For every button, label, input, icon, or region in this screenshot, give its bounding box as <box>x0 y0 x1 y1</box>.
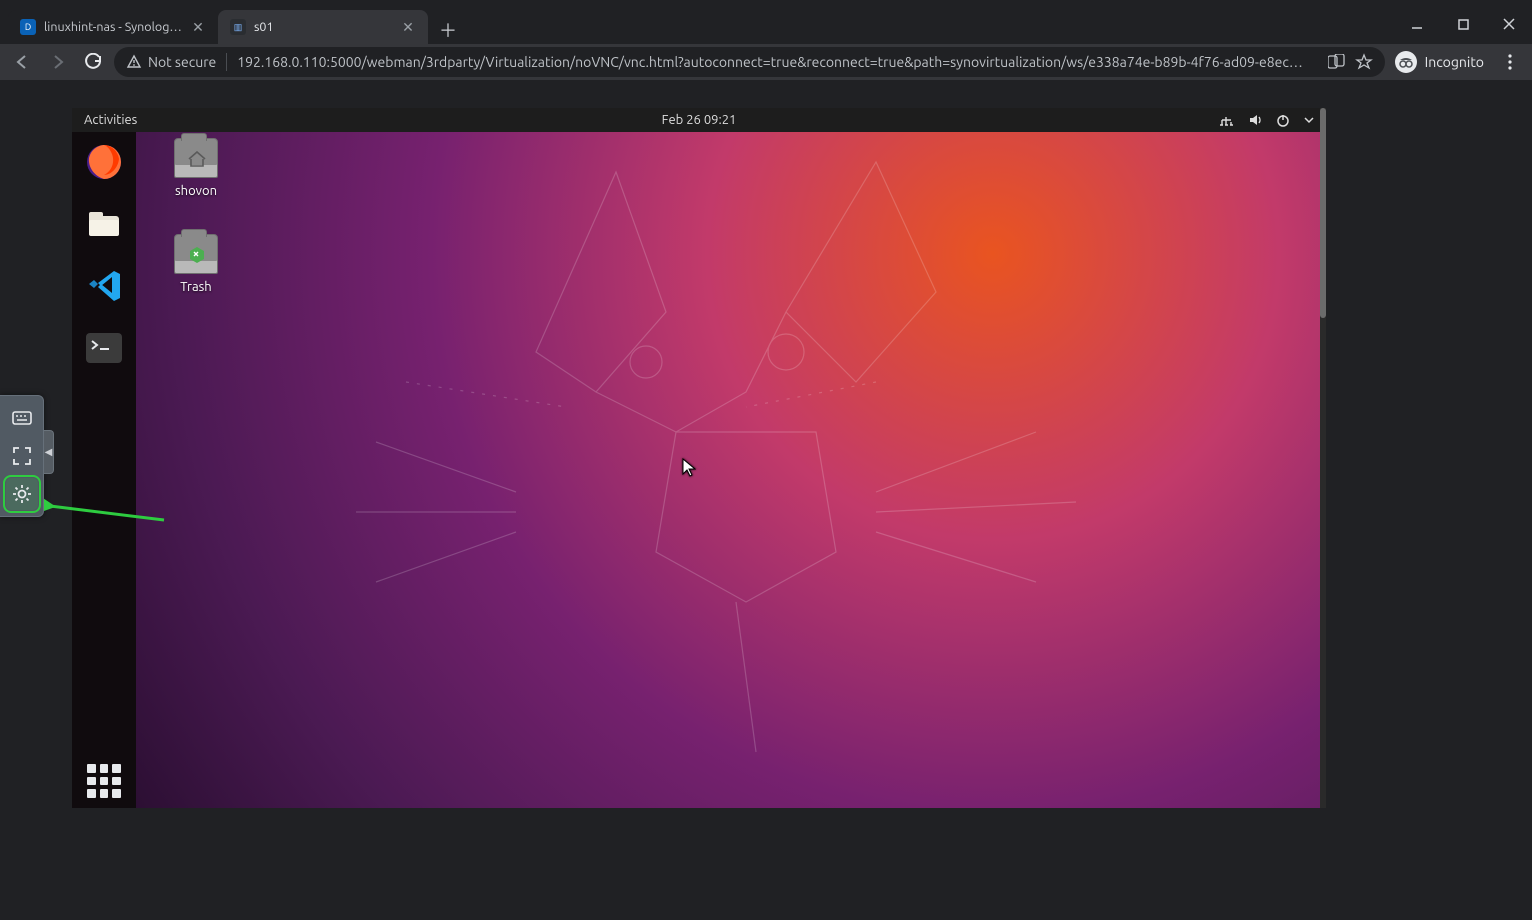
window-close-button[interactable] <box>1486 8 1532 40</box>
divider <box>226 53 227 71</box>
dock-app-vscode[interactable] <box>82 264 126 308</box>
kebab-icon <box>1508 54 1512 70</box>
new-tab-button[interactable]: ＋ <box>434 16 462 44</box>
dock-app-files[interactable] <box>82 202 126 246</box>
browser-tab[interactable]: D linuxhint-nas - Synology NAS ✕ <box>8 10 218 44</box>
system-status-area[interactable] <box>1218 113 1314 127</box>
activities-button[interactable]: Activities <box>84 113 137 127</box>
chevron-down-icon <box>1304 115 1314 125</box>
warning-icon <box>126 54 142 70</box>
arrow-right-icon <box>49 53 67 71</box>
mouse-cursor-icon <box>682 458 696 482</box>
window-titlebar <box>0 0 1532 8</box>
gnome-dock <box>72 132 136 808</box>
window-maximize-button[interactable] <box>1440 8 1486 40</box>
star-icon[interactable] <box>1355 53 1372 71</box>
folder-icon <box>84 204 124 244</box>
desktop-icon-label: Trash <box>156 280 236 294</box>
tab-title: s01 <box>254 20 392 34</box>
novnc-fullscreen-button[interactable] <box>6 440 38 472</box>
window-controls <box>1394 8 1532 40</box>
vnc-scrollbar[interactable] <box>1320 108 1326 808</box>
nav-reload-button[interactable] <box>78 46 110 78</box>
reload-icon <box>85 53 103 71</box>
not-secure-label: Not secure <box>148 54 216 70</box>
volume-icon <box>1248 113 1262 127</box>
translate-icon[interactable] <box>1328 54 1345 70</box>
clock-label[interactable]: Feb 26 09:21 <box>662 113 737 127</box>
vnc-viewport[interactable]: Activities Feb 26 09:21 <box>72 108 1326 808</box>
close-icon[interactable]: ✕ <box>190 19 206 35</box>
dock-app-firefox[interactable] <box>82 140 126 184</box>
keyboard-icon <box>11 407 33 429</box>
novnc-control-panel <box>0 395 44 517</box>
desktop-icon-label: shovon <box>156 184 236 198</box>
chrome-menu-button[interactable] <box>1494 46 1526 78</box>
security-indicator[interactable]: Not secure <box>126 54 216 70</box>
gnome-top-bar: Activities Feb 26 09:21 <box>72 108 1326 132</box>
dock-app-terminal[interactable] <box>82 326 126 370</box>
incognito-indicator[interactable]: Incognito <box>1389 51 1490 73</box>
browser-tabstrip: D linuxhint-nas - Synology NAS ✕ ▥ s01 ✕… <box>0 8 1532 44</box>
favicon-vm-icon: ▥ <box>230 19 246 35</box>
desktop-icon-trash[interactable]: Trash <box>156 234 236 294</box>
browser-toolbar: Not secure 192.168.0.110:5000/webman/3rd… <box>0 44 1532 80</box>
window-minimize-button[interactable] <box>1394 8 1440 40</box>
terminal-icon <box>84 331 124 365</box>
browser-tab-active[interactable]: ▥ s01 ✕ <box>218 10 428 44</box>
novnc-drag-handle[interactable]: ◀ <box>44 430 54 474</box>
wallpaper-focal-fossa <box>316 132 1136 772</box>
close-icon <box>1503 18 1515 30</box>
show-applications-button[interactable] <box>72 764 136 798</box>
tab-title: linuxhint-nas - Synology NAS <box>44 20 182 34</box>
url-text: 192.168.0.110:5000/webman/3rdparty/Virtu… <box>237 54 1308 70</box>
favicon-synology-icon: D <box>20 19 36 35</box>
novnc-settings-button[interactable] <box>6 478 38 510</box>
incognito-icon <box>1395 51 1417 73</box>
home-folder-icon <box>174 138 218 178</box>
maximize-icon <box>1458 19 1469 30</box>
close-icon[interactable]: ✕ <box>400 19 416 35</box>
power-icon <box>1276 113 1290 127</box>
novnc-keyboard-button[interactable] <box>6 402 38 434</box>
fullscreen-icon <box>11 445 33 467</box>
apps-grid-icon <box>87 764 121 798</box>
network-icon <box>1218 113 1234 127</box>
arrow-left-icon <box>13 53 31 71</box>
incognito-label: Incognito <box>1425 54 1484 70</box>
scrollbar-thumb[interactable] <box>1320 108 1326 318</box>
trash-folder-icon <box>174 234 218 274</box>
vscode-icon <box>84 266 124 306</box>
ubuntu-desktop[interactable]: shovon Trash <box>136 132 1326 808</box>
address-bar[interactable]: Not secure 192.168.0.110:5000/webman/3rd… <box>114 47 1385 77</box>
nav-back-button[interactable] <box>6 46 38 78</box>
gear-icon <box>11 483 33 505</box>
nav-forward-button[interactable] <box>42 46 74 78</box>
firefox-icon <box>84 142 124 182</box>
minimize-icon <box>1411 18 1423 30</box>
desktop-icon-home[interactable]: shovon <box>156 138 236 198</box>
